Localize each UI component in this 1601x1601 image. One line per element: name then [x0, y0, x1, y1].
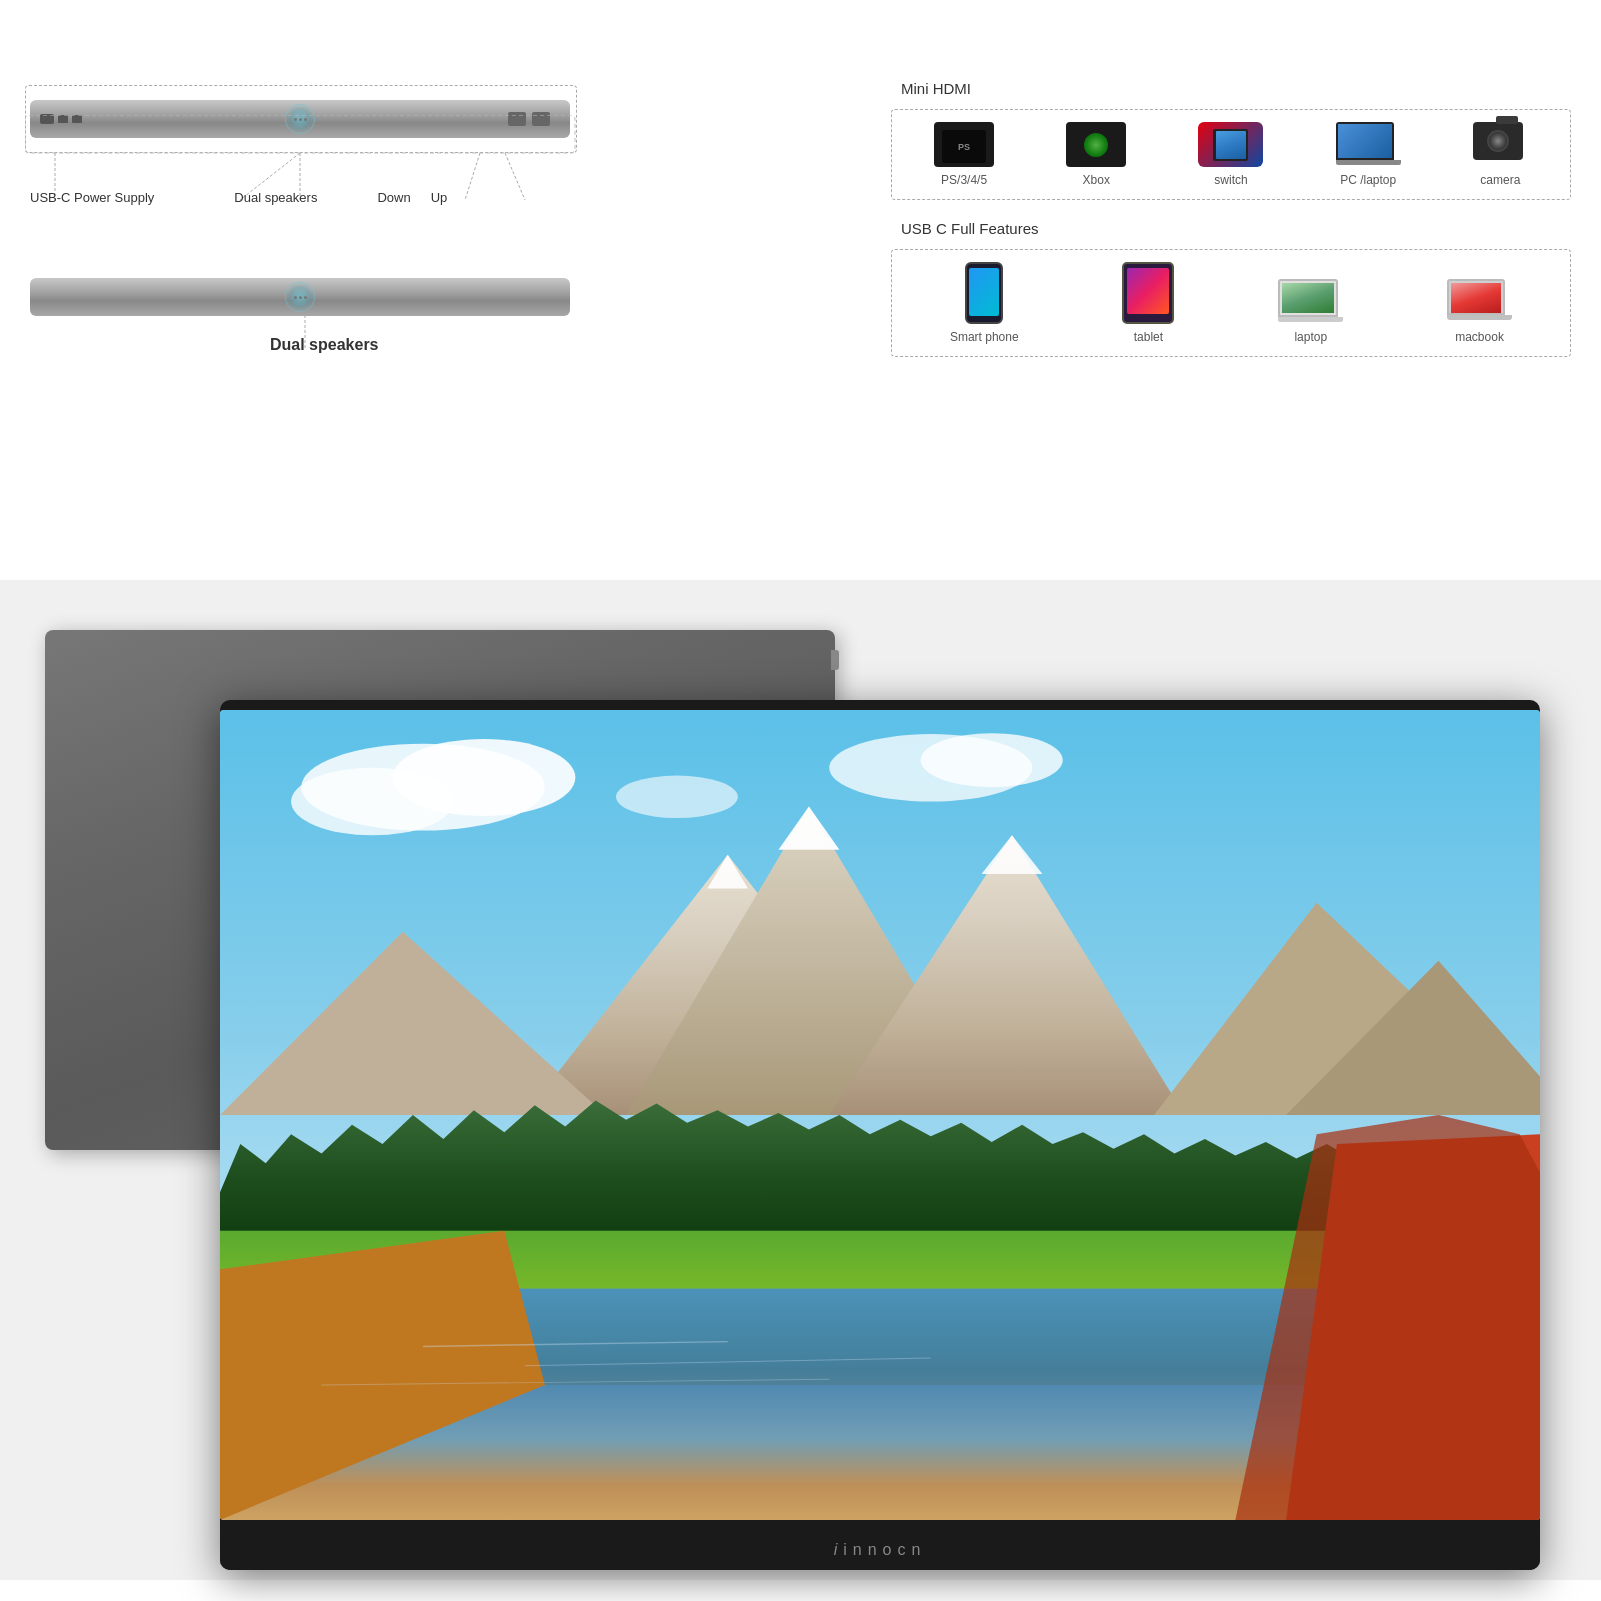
xbox-icon — [1066, 122, 1126, 167]
dual-speakers-label-2: Dual speakers — [270, 336, 379, 354]
mini-hdmi-title: Mini HDMI — [891, 80, 1571, 97]
laptop2-label: laptop — [1294, 330, 1327, 344]
side-port — [831, 650, 839, 670]
brand-logo: iinnocn — [834, 1541, 927, 1559]
devices-area: Mini HDMI PS PS/3/4/5 — [891, 80, 1571, 377]
mini-hdmi-section: Mini HDMI PS PS/3/4/5 — [891, 80, 1571, 200]
camera-top — [1496, 116, 1518, 124]
bottom-section: iinnocn — [0, 580, 1601, 1580]
smartphone-screen — [969, 268, 999, 316]
macbook-icon-shape — [1447, 279, 1512, 324]
mac-screen-inner — [1282, 283, 1334, 313]
laptop2-icon — [1278, 279, 1343, 324]
laptop-screen — [1336, 122, 1394, 160]
down-label: Down — [377, 190, 410, 205]
switch-screen-inner — [1216, 131, 1246, 159]
svg-point-12 — [921, 733, 1063, 787]
bar1-connectors — [25, 115, 585, 235]
svg-rect-5 — [25, 115, 575, 153]
tablet-icon — [1122, 262, 1174, 324]
laptop-screen-inner — [1338, 124, 1392, 158]
device-ps: PS PS/3/4/5 — [934, 122, 994, 187]
switch-icon — [1198, 122, 1263, 167]
device-laptop2: laptop — [1278, 279, 1343, 344]
macbook-icon — [1447, 279, 1512, 324]
smartphone-icon — [965, 262, 1003, 324]
device-pc-laptop: PC /laptop — [1336, 122, 1401, 187]
macbook-label: macbook — [1455, 330, 1504, 344]
device-macbook: macbook — [1447, 279, 1512, 344]
mac-base — [1278, 317, 1343, 322]
up-label: Up — [431, 190, 448, 205]
laptop-base — [1336, 160, 1401, 165]
macbook-base — [1447, 315, 1512, 320]
device-switch: switch — [1198, 122, 1263, 187]
bar2-connector — [250, 293, 550, 373]
ps-label: PS/3/4/5 — [941, 173, 987, 187]
laptop-icon-shape — [1336, 122, 1401, 167]
xbox-logo — [1084, 133, 1108, 157]
hdmi-devices-box: PS PS/3/4/5 Xbox — [891, 109, 1571, 200]
mac-screen — [1278, 279, 1338, 317]
camera-label: camera — [1480, 173, 1520, 187]
device-tablet: tablet — [1122, 262, 1174, 344]
usbc-label: USB-C Power Supply — [30, 190, 154, 205]
monitor-front: iinnocn — [220, 700, 1540, 1570]
smartphone-icon-shape — [965, 262, 1003, 324]
switch-label: switch — [1214, 173, 1247, 187]
brand-i: i — [834, 1541, 844, 1558]
ps-icon: PS — [934, 122, 994, 167]
svg-point-10 — [291, 768, 453, 836]
top-section: USB-C Power Supply Dual speakers Down Up — [0, 60, 1601, 540]
switch-screen — [1213, 129, 1248, 161]
camera-lens — [1487, 130, 1509, 152]
monitor-screen — [220, 710, 1540, 1520]
mac-laptop-icon-shape — [1278, 279, 1343, 324]
usbc-section: USB C Full Features Smart phone — [891, 220, 1571, 357]
svg-point-13 — [616, 776, 738, 818]
device-camera: camera — [1473, 122, 1528, 187]
pc-laptop-label: PC /laptop — [1340, 173, 1396, 187]
tablet-icon-shape — [1122, 262, 1174, 324]
tablet-screen — [1127, 268, 1169, 314]
device-smartphone: Smart phone — [950, 262, 1019, 344]
tablet-label: tablet — [1134, 330, 1163, 344]
camera-icon — [1473, 122, 1528, 167]
smartphone-label: Smart phone — [950, 330, 1019, 344]
camera-icon-shape — [1473, 122, 1528, 167]
bar1-labels-row: USB-C Power Supply Dual speakers Down Up — [30, 190, 630, 205]
switch-console-icon — [1198, 122, 1263, 167]
macbook-screen — [1447, 279, 1505, 315]
brand-rest: innocn — [843, 1541, 926, 1558]
pc-laptop-icon — [1336, 122, 1401, 167]
ps-console-icon: PS — [934, 122, 994, 167]
monitor-bottom-bar: iinnocn — [220, 1530, 1540, 1570]
dual-speakers-label-1: Dual speakers — [234, 190, 317, 205]
usbc-devices-box: Smart phone tablet — [891, 249, 1571, 357]
camera-body — [1473, 122, 1523, 160]
xbox-console-icon — [1066, 122, 1126, 167]
xbox-label: Xbox — [1083, 173, 1110, 187]
landscape-svg — [220, 710, 1540, 1520]
usbc-title: USB C Full Features — [891, 220, 1571, 237]
macbook-screen-inner — [1451, 283, 1501, 313]
bars-area: USB-C Power Supply Dual speakers Down Up — [30, 100, 610, 326]
device-xbox: Xbox — [1066, 122, 1126, 187]
